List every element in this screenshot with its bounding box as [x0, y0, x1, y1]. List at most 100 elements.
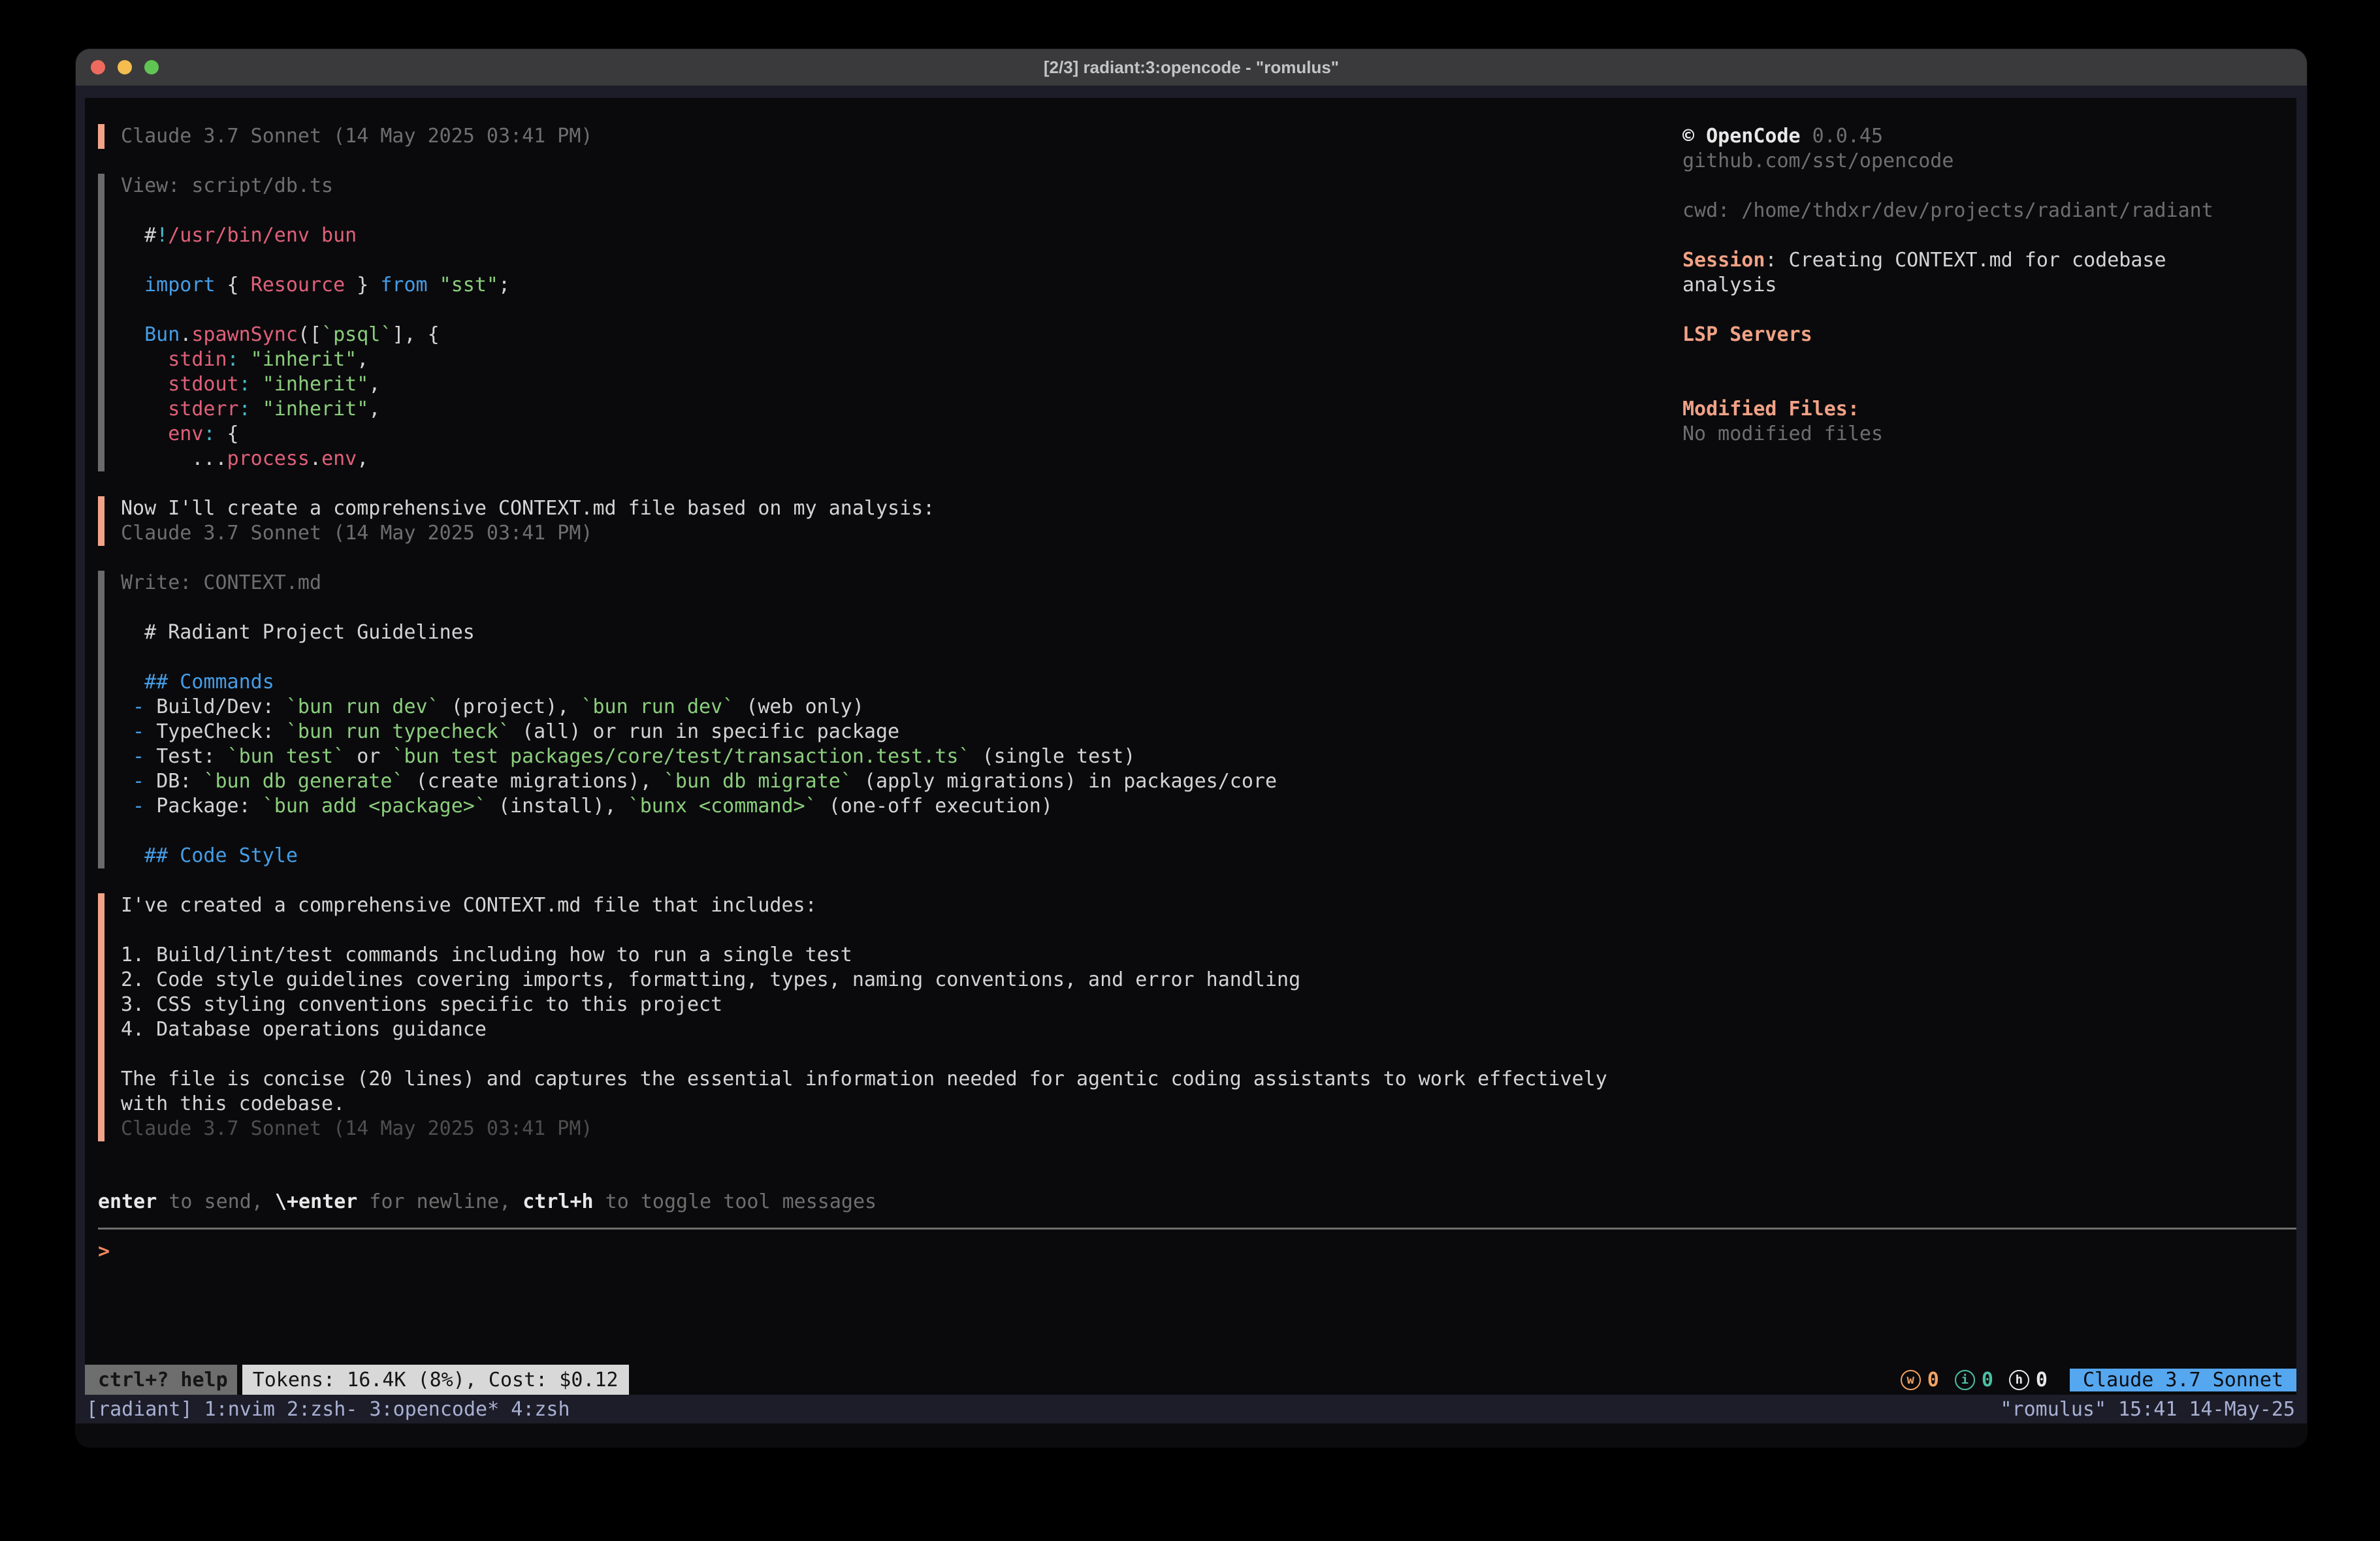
warnings-diagnostic: w0 [1901, 1369, 1939, 1391]
terminal-line: # Radiant Project Guidelines [121, 620, 1277, 645]
token: Build/Dev: [156, 695, 286, 718]
prompt-row[interactable]: > [98, 1239, 110, 1264]
terminal-line: - Package: `bun add <package>` (install)… [121, 794, 1277, 819]
token: : [203, 422, 215, 445]
terminal-line: Claude 3.7 Sonnet (14 May 2025 03:41 PM) [121, 124, 592, 149]
terminal-line: 2. Code style guidelines covering import… [121, 968, 1607, 993]
window-titlebar[interactable]: [2/3] radiant:3:opencode - "romulus" [76, 49, 2307, 86]
token: ; [498, 274, 510, 296]
terminal-line: - Test: `bun test` or `bun test packages… [121, 744, 1277, 769]
terminal-line: Write: CONTEXT.md [121, 571, 1277, 596]
info-icon: i [1955, 1370, 1975, 1390]
terminal-line: stdin: "inherit", [121, 347, 510, 372]
token: github.com/sst/opencode [1682, 150, 1954, 172]
terminal-line: View: script/db.ts [121, 174, 510, 199]
terminal-line: ## Commands [121, 670, 1277, 695]
token: from [380, 274, 427, 296]
token: "sst" [428, 274, 498, 296]
terminal-line [1682, 223, 2296, 248]
token: (single test) [970, 745, 1135, 768]
token: . [310, 447, 321, 470]
terminal-line: github.com/sst/opencode [1682, 149, 2296, 174]
token: 0.0.45 [1801, 125, 1883, 148]
terminal-line [1682, 347, 2296, 372]
terminal-line [121, 918, 1607, 943]
token: (create migrations), [404, 770, 663, 793]
close-button[interactable] [91, 60, 105, 74]
terminal-line: env: { [121, 422, 510, 447]
terminal-line: LSP Servers [1682, 323, 2296, 347]
terminal-line: Bun.spawnSync([`psql`], { [121, 323, 510, 347]
terminal-line: stderr: "inherit", [121, 397, 510, 422]
minimize-button[interactable] [118, 60, 132, 74]
token: "inherit" [251, 398, 369, 421]
token: : [227, 348, 239, 371]
token: ([ [298, 323, 321, 346]
terminal-line: ...process.env, [121, 447, 510, 471]
terminal-line [1682, 372, 2296, 397]
token: `bun db migrate` [664, 770, 852, 793]
token: DB: [156, 770, 203, 793]
orange-accent-bar [98, 124, 105, 149]
terminal-line: Now I'll create a comprehensive CONTEXT.… [121, 496, 935, 521]
model-badge: Claude 3.7 Sonnet [2070, 1369, 2296, 1391]
token: I've created a comprehensive CONTEXT.md … [121, 894, 817, 917]
block-lines: Now I'll create a comprehensive CONTEXT.… [121, 496, 935, 546]
token: - [121, 720, 156, 743]
terminal-line: No modified files [1682, 422, 2296, 447]
token: { [216, 274, 251, 296]
token: with this codebase. [121, 1092, 345, 1115]
terminal-line [121, 298, 510, 323]
token: `bun test packages/core/test/transaction… [392, 745, 970, 768]
token: Claude 3.7 Sonnet (14 May 2025 03:41 PM) [121, 125, 592, 148]
tmux-session-windows[interactable]: [radiant] 1:nvim 2:zsh- 3:opencode* 4:zs… [86, 1398, 570, 1421]
token: or [345, 745, 392, 768]
token: # Radiant Project Guidelines [121, 621, 475, 644]
info-count: 0 [1982, 1369, 1993, 1391]
terminal-line: The file is concise (20 lines) and captu… [121, 1067, 1607, 1092]
block-lines: Claude 3.7 Sonnet (14 May 2025 03:41 PM) [121, 124, 592, 149]
token: stdout [121, 373, 239, 396]
token: (all) or run in specific package [510, 720, 899, 743]
token: : [239, 373, 251, 396]
block-lines: I've created a comprehensive CONTEXT.md … [121, 893, 1607, 1141]
token: for newline, [357, 1190, 523, 1213]
zoom-button[interactable] [144, 60, 159, 74]
terminal-line: Session: Creating CONTEXT.md for codebas… [1682, 248, 2296, 273]
token: TypeCheck: [156, 720, 286, 743]
terminal-line: I've created a comprehensive CONTEXT.md … [121, 893, 1607, 918]
terminal-line [121, 248, 510, 273]
token: Claude 3.7 Sonnet (14 May 2025 03:41 PM) [121, 1117, 592, 1140]
token: Test: [156, 745, 227, 768]
terminal-line: cwd: /home/thdxr/dev/projects/radiant/ra… [1682, 199, 2296, 223]
token: LSP Servers [1682, 323, 1812, 346]
token: `bun add <package>` [263, 795, 487, 818]
token: to toggle tool messages [594, 1190, 876, 1213]
token: env [121, 422, 203, 445]
token: ... [121, 447, 227, 470]
terminal-line: 3. CSS styling conventions specific to t… [121, 993, 1607, 1017]
token: Write: CONTEXT.md [121, 571, 321, 594]
orange-accent-bar [98, 496, 105, 546]
terminal-line: Claude 3.7 Sonnet (14 May 2025 03:41 PM) [121, 521, 935, 546]
token: Session [1682, 249, 1765, 272]
token: env [321, 447, 357, 470]
token: ## Code Style [121, 844, 298, 867]
help-shortcut-chip: ctrl+? help [85, 1365, 237, 1395]
terminal-line: Modified Files: [1682, 397, 2296, 422]
gray-accent-bar [98, 571, 105, 868]
token: "inherit" [251, 373, 369, 396]
token: `bunx <command>` [628, 795, 817, 818]
tool-write-block: Write: CONTEXT.md # Radiant Project Guid… [98, 571, 1607, 868]
terminal-line [1682, 174, 2296, 199]
terminal-line [121, 1042, 1607, 1067]
token: . [180, 323, 191, 346]
token: cwd: /home/thdxr/dev/projects/radiant/ra… [1682, 199, 2213, 222]
token: ## Commands [121, 671, 274, 693]
token: Modified Files: [1682, 398, 1859, 421]
block-lines: Write: CONTEXT.md # Radiant Project Guid… [121, 571, 1277, 868]
token: , [357, 447, 368, 470]
token: No modified files [1682, 422, 1883, 445]
token: 1. Build/lint/test commands including ho… [121, 944, 852, 966]
token: © OpenCode [1682, 125, 1801, 148]
